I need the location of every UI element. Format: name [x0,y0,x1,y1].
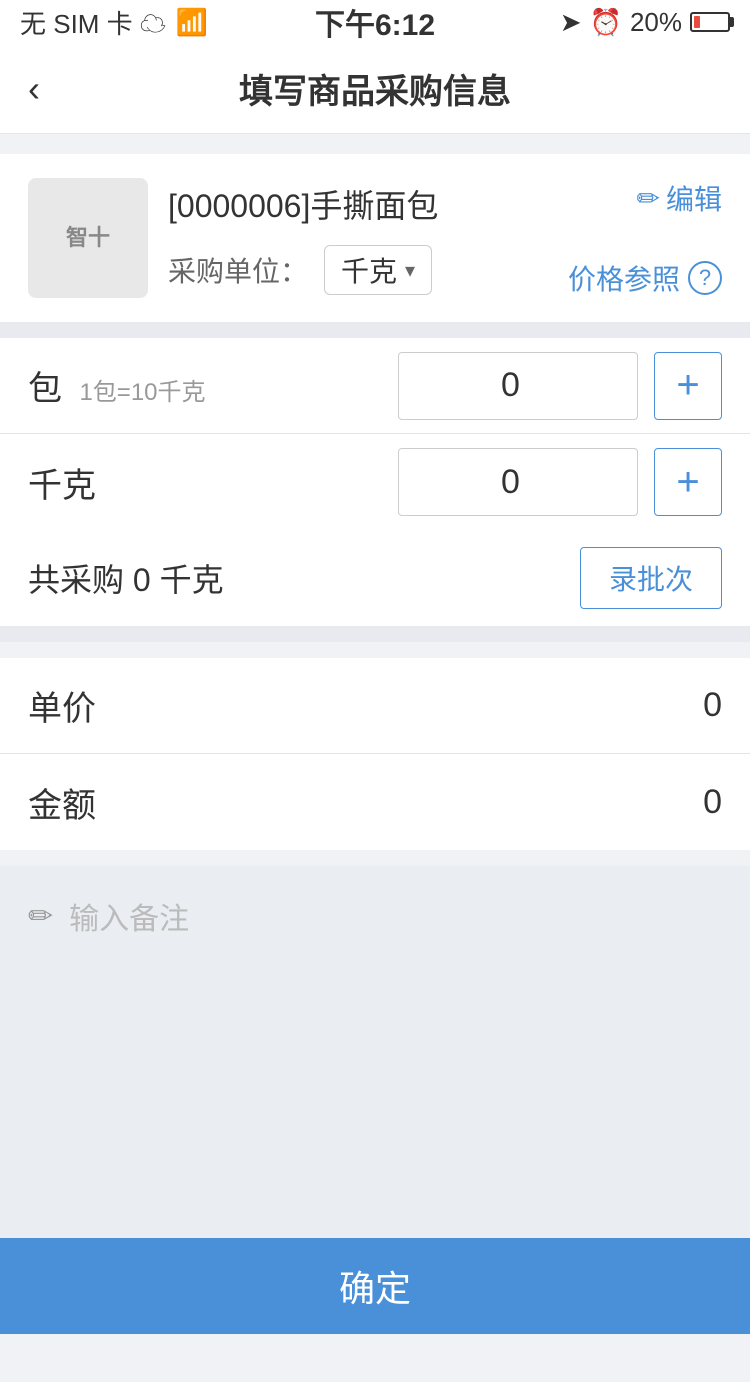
confirm-button[interactable]: 确定 [0,1238,750,1334]
unit-value: 千克 [341,250,397,290]
location-icon: ➤ [560,7,582,38]
input-field-bao[interactable] [398,352,638,420]
status-bar: 无 SIM 卡 ☁ 📶 下午6:12 ➤ ⏰ 20% [0,0,750,44]
input-field-kg[interactable] [398,448,638,516]
batch-button[interactable]: 录批次 [580,547,722,609]
price-section: 单价 0 金额 0 [0,658,750,850]
status-right: ➤ ⏰ 20% [560,7,730,38]
price-ref-help-icon: ? [688,261,722,295]
edit-button[interactable]: ✏ 编辑 [637,178,722,218]
product-image: 智十 [28,178,148,298]
battery-indicator [690,12,730,32]
status-time: 下午6:12 [315,0,435,44]
price-value-unit: 0 [703,686,722,725]
input-sublabel-bao: 1包=10千克 [79,379,205,406]
price-row-unit: 单价 0 [0,658,750,754]
edit-label: 编辑 [666,178,722,218]
plus-btn-kg[interactable]: + [654,448,722,516]
back-button[interactable]: ‹ [28,68,40,110]
price-label-amount: 金额 [28,778,96,827]
input-field-wrap-bao: + [206,352,722,420]
plus-btn-bao[interactable]: + [654,352,722,420]
input-section: 包 1包=10千克 + 千克 + [0,338,750,530]
total-row: 共采购 0 千克 录批次 [0,530,750,626]
wifi-icon: 📶 [176,7,208,38]
sim-status: 无 SIM 卡 ☁ [20,4,166,41]
unit-label: 采购单位： [168,250,308,290]
nav-bar: ‹ 填写商品采购信息 [0,44,750,134]
page-title: 填写商品采购信息 [239,64,511,113]
battery-percent: 20% [630,7,682,38]
pencil-icon: ✏ [28,899,53,934]
price-value-amount: 0 [703,783,722,822]
status-left: 无 SIM 卡 ☁ 📶 [20,4,208,41]
input-label-kg: 千克 [28,458,168,507]
price-row-amount: 金额 0 [0,754,750,850]
remark-placeholder: 输入备注 [69,894,189,938]
input-row-kg: 千克 + [0,434,750,530]
total-label: 共采购 0 千克 [28,555,224,601]
edit-icon: ✏ [637,182,660,215]
price-label-unit: 单价 [28,681,96,730]
unit-dropdown-arrow: ▾ [405,258,415,283]
product-card: 智十 [0000006]手撕面包 采购单位： 千克 ▾ ✏ 编辑 价格参照 ? [0,154,750,322]
alarm-icon: ⏰ [590,7,622,38]
remark-section[interactable]: ✏ 输入备注 [0,866,750,966]
price-ref-button[interactable]: 价格参照 ? [568,258,722,298]
input-label-bao: 包 1包=10千克 [28,361,206,410]
input-row-bao: 包 1包=10千克 + [0,338,750,434]
unit-selector[interactable]: 千克 ▾ [324,245,432,295]
section-divider-2 [0,626,750,642]
section-divider-1 [0,322,750,338]
price-ref-label: 价格参照 [568,258,680,298]
input-field-wrap-kg: + [168,448,722,516]
